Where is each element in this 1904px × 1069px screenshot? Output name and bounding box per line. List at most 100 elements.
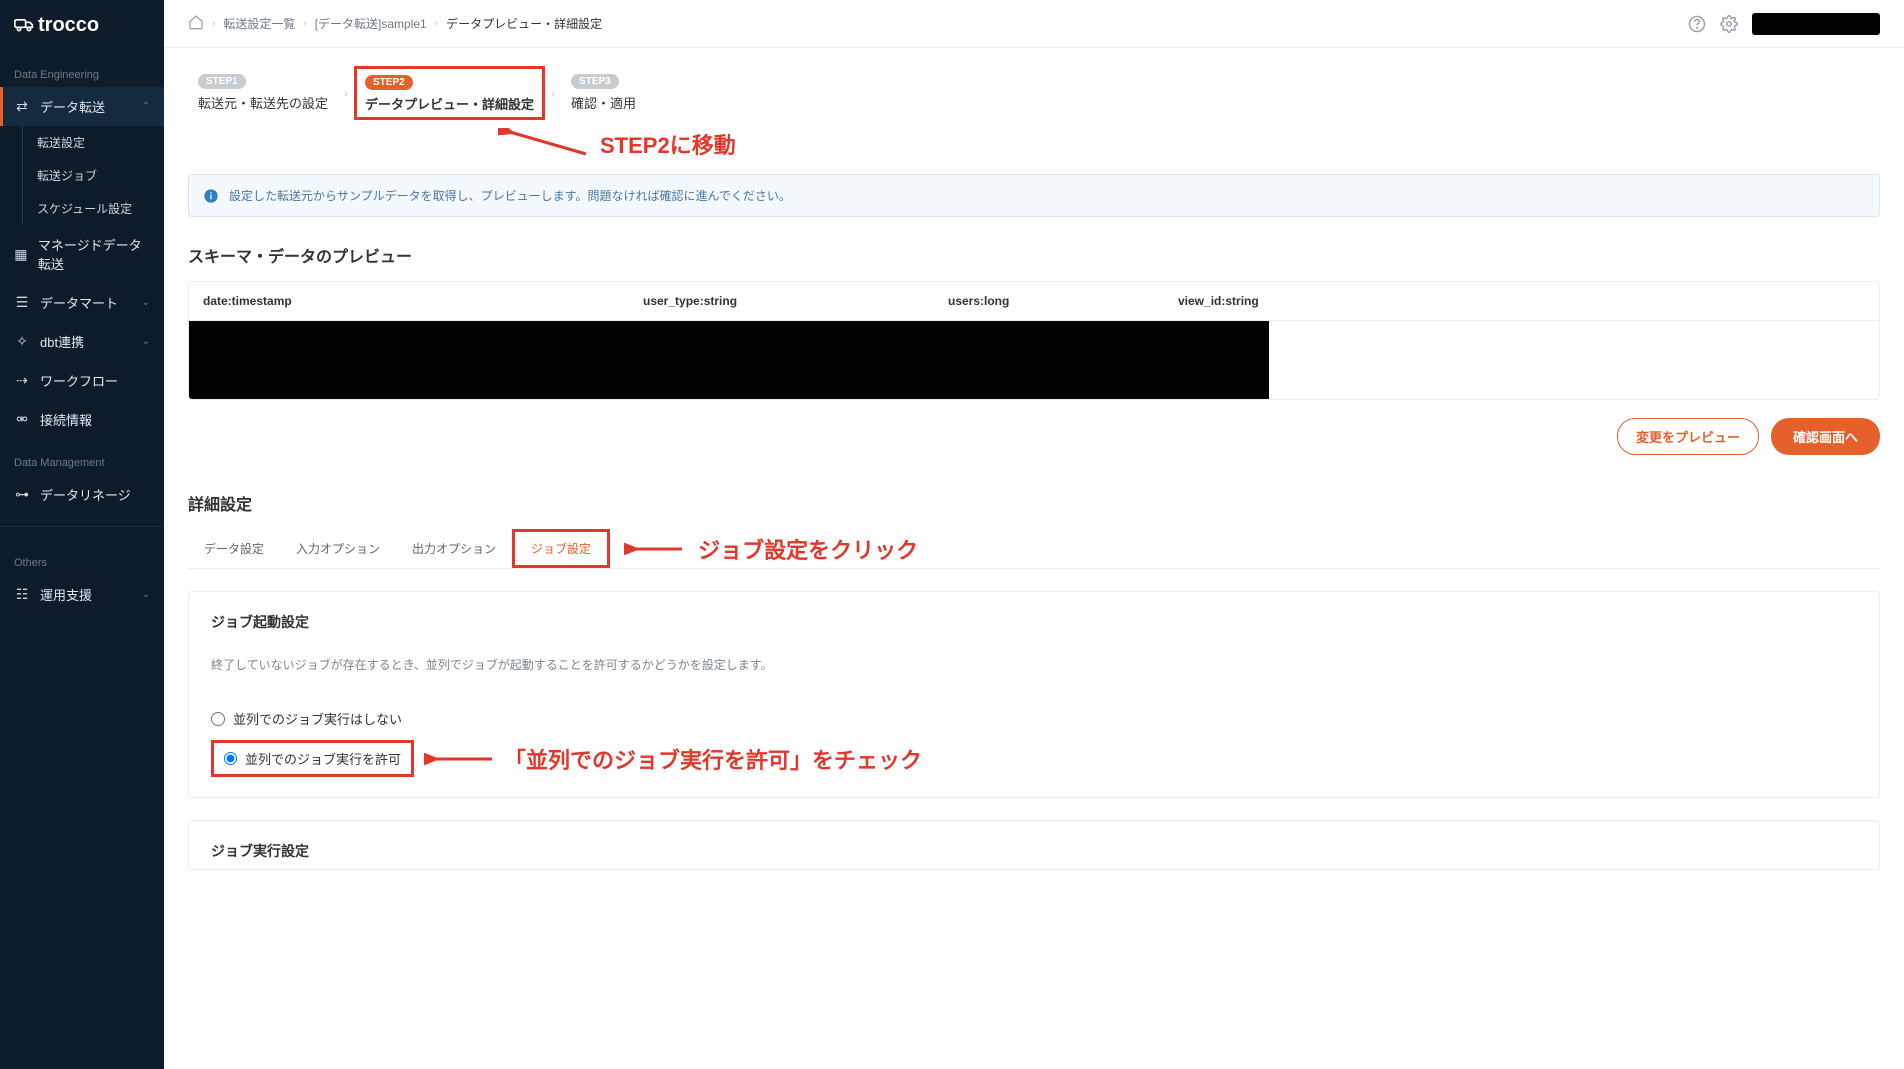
step1-label: 転送元・転送先の設定	[198, 96, 328, 111]
chevron-down-icon: ⌄	[142, 589, 150, 600]
step2-highlight: STEP2 データプレビュー・詳細設定	[354, 66, 545, 120]
chevron-down-icon: ⌄	[142, 336, 150, 347]
database-icon: ☰	[14, 295, 30, 311]
radio-parallel-yes-highlight: 並列でのジョブ実行を許可	[211, 740, 414, 777]
tab-output-options[interactable]: 出力オプション	[396, 530, 512, 567]
swap-icon: ⇄	[14, 99, 30, 115]
nav-schedule-settings[interactable]: スケジュール設定	[23, 192, 164, 225]
step-1[interactable]: STEP1 転送元・転送先の設定	[188, 66, 338, 118]
preview-table: date:timestamp user_type:string users:lo…	[188, 281, 1880, 400]
brand-text: trocco	[38, 14, 99, 37]
chevron-right-icon: ›	[435, 18, 438, 29]
annotation-tab: ジョブ設定をクリック	[624, 530, 918, 568]
gear-icon[interactable]	[1720, 15, 1738, 33]
workflow-icon: ⇢	[14, 373, 30, 389]
col-view-id: view_id:string	[1164, 282, 1879, 321]
annotation-radio-row: 並列でのジョブ実行を許可 「並列でのジョブ実行を許可」をチェック	[211, 740, 1857, 777]
lineage-icon: ⊶	[14, 487, 30, 503]
brand-logo[interactable]: trocco	[0, 0, 164, 51]
account-menu[interactable]	[1752, 13, 1880, 35]
tab-job-settings[interactable]: ジョブ設定	[515, 532, 607, 565]
nav-dbt[interactable]: ✧ dbt連携 ⌄	[0, 322, 164, 361]
nav-transfer-settings[interactable]: 転送設定	[23, 126, 164, 159]
nav-label: 接続情報	[40, 410, 92, 429]
arrow-icon	[498, 128, 588, 160]
nav-label: データリネージ	[40, 485, 131, 504]
chevron-right-icon: ›	[551, 86, 555, 100]
job-exec-card: ジョブ実行設定	[188, 820, 1880, 870]
chevron-right-icon: ›	[344, 86, 348, 100]
section-others: Others	[0, 539, 164, 575]
step-2[interactable]: STEP2 データプレビュー・詳細設定	[354, 66, 545, 120]
chevron-right-icon: ›	[212, 18, 215, 29]
nav-data-transfer[interactable]: ⇄ データ転送 ⌃	[0, 87, 164, 126]
home-icon[interactable]	[188, 14, 204, 33]
preview-heading: スキーマ・データのプレビュー	[188, 243, 1880, 267]
grid-icon: ▦	[14, 246, 28, 262]
job-launch-title: ジョブ起動設定	[211, 612, 1857, 632]
annotation-step2-text: STEP2に移動	[600, 128, 736, 160]
step2-badge: STEP2	[365, 75, 413, 90]
step-3[interactable]: STEP3 確認・適用	[561, 66, 646, 118]
step-wizard: STEP1 転送元・転送先の設定 › STEP2 データプレビュー・詳細設定 ›…	[188, 66, 1880, 120]
radio-parallel-no[interactable]: 並列でのジョブ実行はしない	[211, 709, 1857, 728]
arrow-icon	[424, 752, 494, 766]
truck-icon	[14, 14, 34, 34]
col-date: date:timestamp	[189, 282, 629, 321]
preview-changes-button[interactable]: 変更をプレビュー	[1617, 418, 1759, 455]
tab-data-settings[interactable]: データ設定	[188, 530, 280, 567]
job-launch-desc: 終了していないジョブが存在するとき、並列でジョブが起動することを許可するかどうか…	[211, 656, 1857, 673]
radio-parallel-yes-input[interactable]	[224, 752, 237, 765]
nav-data-lineage[interactable]: ⊶ データリネージ	[0, 475, 164, 514]
radio-parallel-no-label: 並列でのジョブ実行はしない	[233, 709, 402, 728]
detail-tabs: データ設定 入力オプション 出力オプション ジョブ設定 ジョブ設定をクリック	[188, 529, 1880, 569]
redacted-data	[189, 321, 1269, 399]
tab-input-options[interactable]: 入力オプション	[280, 530, 396, 567]
crumb-item[interactable]: [データ転送]sample1	[315, 15, 427, 32]
step3-badge: STEP3	[571, 74, 619, 89]
nav-ops-support[interactable]: ☷ 運用支援 ⌄	[0, 575, 164, 614]
table-body	[189, 321, 1879, 399]
job-launch-card: ジョブ起動設定 終了していないジョブが存在するとき、並列でジョブが起動することを…	[188, 591, 1880, 798]
nav-datamart[interactable]: ☰ データマート ⌄	[0, 283, 164, 322]
crumb-current: データプレビュー・詳細設定	[446, 15, 602, 32]
nav-label: 運用支援	[40, 585, 92, 604]
annotation-tab-text: ジョブ設定をクリック	[698, 533, 918, 565]
tab-job-highlight: ジョブ設定	[512, 529, 610, 568]
col-users: users:long	[934, 282, 1164, 321]
step1-badge: STEP1	[198, 74, 246, 89]
nav-label: マネージドデータ転送	[38, 235, 150, 273]
nav-label: ワークフロー	[40, 371, 118, 390]
job-exec-title: ジョブ実行設定	[211, 841, 1857, 861]
chevron-down-icon: ⌄	[142, 297, 150, 308]
radio-parallel-yes-label: 並列でのジョブ実行を許可	[245, 749, 401, 768]
nav-connection[interactable]: ⚮ 接続情報	[0, 400, 164, 439]
plug-icon: ⚮	[14, 412, 30, 428]
crumb-list[interactable]: 転送設定一覧	[223, 15, 295, 32]
radio-parallel-no-input[interactable]	[211, 712, 225, 726]
to-confirm-button[interactable]: 確認画面へ	[1771, 418, 1880, 455]
info-text: 設定した転送元からサンプルデータを取得し、プレビューします。問題なければ確認に進…	[229, 187, 791, 204]
help-icon[interactable]	[1688, 15, 1706, 33]
nav-sub-data-transfer: 転送設定 転送ジョブ スケジュール設定	[22, 126, 164, 225]
sliders-icon: ☷	[14, 587, 30, 603]
arrow-icon	[624, 542, 684, 556]
sidebar: trocco Data Engineering ⇄ データ転送 ⌃ 転送設定 転…	[0, 0, 164, 1069]
step2-label: データプレビュー・詳細設定	[365, 97, 534, 112]
info-banner: 設定した転送元からサンプルデータを取得し、プレビューします。問題なければ確認に進…	[188, 174, 1880, 217]
action-row: 変更をプレビュー 確認画面へ	[188, 418, 1880, 455]
chevron-right-icon: ›	[303, 18, 306, 29]
detail-heading: 詳細設定	[188, 491, 1880, 515]
nav-transfer-jobs[interactable]: 転送ジョブ	[23, 159, 164, 192]
annotation-radio-text: 「並列でのジョブ実行を許可」をチェック	[504, 743, 922, 775]
nav-label: データ転送	[40, 97, 105, 116]
chevron-up-icon: ⌃	[142, 101, 150, 112]
nav-workflow[interactable]: ⇢ ワークフロー	[0, 361, 164, 400]
main-area: › 転送設定一覧 › [データ転送]sample1 › データプレビュー・詳細設…	[164, 0, 1904, 1069]
breadcrumb: › 転送設定一覧 › [データ転送]sample1 › データプレビュー・詳細設…	[188, 14, 1680, 33]
section-data-management: Data Management	[0, 439, 164, 475]
annotation-step2: STEP2に移動	[498, 128, 736, 160]
nav-label: データマート	[40, 293, 118, 312]
nav-managed-transfer[interactable]: ▦ マネージドデータ転送	[0, 225, 164, 283]
table-header-row: date:timestamp user_type:string users:lo…	[189, 282, 1879, 321]
